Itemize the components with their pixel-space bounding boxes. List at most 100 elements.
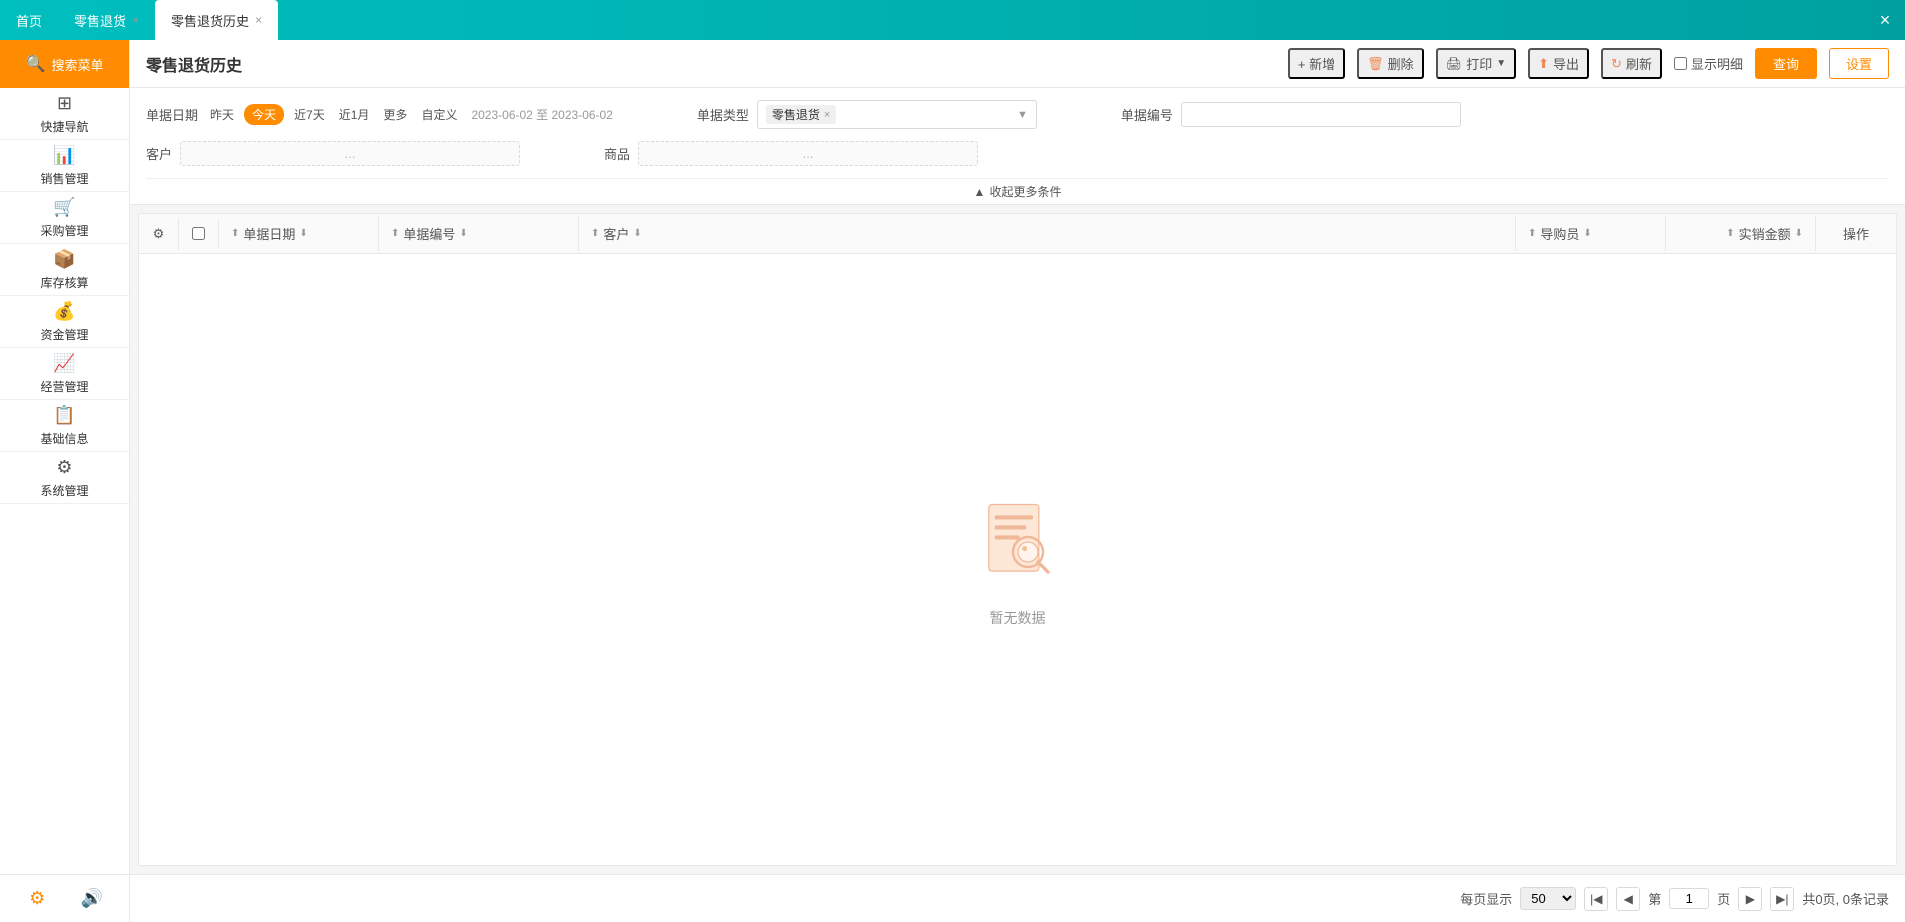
- customer-input[interactable]: ...: [180, 141, 520, 166]
- tab-retail-return-close[interactable]: ×: [132, 13, 139, 27]
- filter-row-2: 客户 ... 商品 ...: [146, 141, 1889, 166]
- refresh-button[interactable]: ↻ 刷新: [1601, 48, 1662, 79]
- main-layout: 🔍 搜索菜单 ⊞ 快捷导航 📊 销售管理 🛒 采购管理 📦 库存核算 💰: [0, 40, 1905, 922]
- voucher-type-tag-close[interactable]: ×: [824, 109, 830, 121]
- print-button[interactable]: 🖨 打印 ▼: [1436, 48, 1516, 79]
- th-amount-label: 实销金额: [1739, 224, 1791, 243]
- voucher-type-value: 零售退货: [772, 106, 820, 123]
- page-number-input[interactable]: [1669, 888, 1709, 909]
- next-page-button[interactable]: ▶: [1738, 887, 1762, 911]
- sidebar-search[interactable]: 🔍 搜索菜单: [0, 40, 129, 88]
- tab-retail-return-history-label: 零售退货历史: [171, 11, 249, 30]
- sort-down-icon-date: ⬇: [299, 228, 307, 239]
- voucher-no-input[interactable]: [1181, 102, 1461, 127]
- sidebar-item-quick-nav-label: 快捷导航: [40, 118, 88, 135]
- settings-button[interactable]: 设置: [1829, 48, 1889, 79]
- sort-down-icon-amount: ⬇: [1795, 228, 1803, 239]
- sidebar-nav: ⊞ 快捷导航 📊 销售管理 🛒 采购管理 📦 库存核算 💰 资金管理 📈: [0, 88, 129, 874]
- operations-icon: 📈: [53, 353, 75, 374]
- sidebar-settings-button[interactable]: ⚙: [21, 883, 53, 915]
- page-suffix: 页: [1717, 889, 1730, 908]
- tab-retail-return-label: 零售退货: [74, 11, 126, 30]
- collapse-button[interactable]: ▲ 收起更多条件: [146, 178, 1889, 204]
- sort-down-icon-no: ⬇: [459, 228, 467, 239]
- export-button[interactable]: ⬆ 导出: [1528, 48, 1589, 79]
- page-size-label: 每页显示: [1460, 889, 1512, 908]
- total-label: 共0页, 0条记录: [1802, 889, 1889, 908]
- th-customer-label: 客户: [603, 224, 629, 243]
- filter-voucher-no: 单据编号: [1121, 102, 1461, 127]
- tab-retail-return[interactable]: 零售退货 ×: [58, 0, 155, 40]
- finance-icon: 💰: [53, 301, 75, 322]
- date-btn-more[interactable]: 更多: [379, 104, 411, 125]
- tab-retail-return-history-close[interactable]: ×: [255, 13, 262, 27]
- system-icon: ⚙: [56, 457, 72, 478]
- table-area: ⚙ ⬆ 单据日期 ⬇ ⬆ 单据编号 ⬇ ⬆ 客户 ⬇: [138, 213, 1897, 866]
- select-all-checkbox[interactable]: [192, 227, 205, 240]
- th-voucher-date: ⬆ 单据日期 ⬇: [219, 216, 379, 251]
- sidebar-audio-button[interactable]: 🔊: [76, 883, 108, 915]
- th-ops-label: 操作: [1843, 224, 1869, 243]
- sidebar-item-basic-info[interactable]: 📋 基础信息: [0, 400, 129, 452]
- sidebar-item-operations[interactable]: 📈 经营管理: [0, 348, 129, 400]
- voucher-type-select[interactable]: 零售退货 × ▼: [757, 100, 1037, 129]
- sidebar-item-sales[interactable]: 📊 销售管理: [0, 140, 129, 192]
- sort-up-icon-amount: ⬆: [1726, 228, 1734, 239]
- first-page-button[interactable]: |◀: [1584, 887, 1608, 911]
- th-customer: ⬆ 客户 ⬇: [579, 216, 1516, 251]
- sidebar-item-purchase[interactable]: 🛒 采购管理: [0, 192, 129, 244]
- tab-home[interactable]: 首页: [0, 0, 58, 40]
- basic-info-icon: 📋: [53, 405, 75, 426]
- th-guide-label: 导购员: [1540, 224, 1579, 243]
- show-detail-checkbox-label[interactable]: 显示明细: [1674, 54, 1743, 73]
- query-button[interactable]: 查询: [1755, 48, 1817, 79]
- voucher-type-tag: 零售退货 ×: [766, 105, 836, 124]
- export-icon: ⬆: [1538, 56, 1549, 72]
- date-btn-today[interactable]: 今天: [244, 104, 284, 125]
- show-detail-checkbox[interactable]: [1674, 57, 1687, 70]
- sidebar-item-purchase-label: 采购管理: [40, 222, 88, 239]
- prev-page-button[interactable]: ◀: [1616, 887, 1640, 911]
- goods-input[interactable]: ...: [638, 141, 978, 166]
- page-prefix: 第: [1648, 889, 1661, 908]
- delete-button[interactable]: 🗑 删除: [1357, 48, 1424, 79]
- page-size-select[interactable]: 50 10 20 100: [1520, 887, 1576, 910]
- th-checkbox[interactable]: [179, 219, 219, 248]
- delete-label: 删除: [1388, 54, 1414, 73]
- empty-icon: [968, 492, 1068, 592]
- tab-retail-return-history[interactable]: 零售退货历史 ×: [155, 0, 278, 40]
- page-title: 零售退货历史: [146, 52, 242, 76]
- filter-voucher-type: 单据类型 零售退货 × ▼: [697, 100, 1037, 129]
- filter-voucher-date: 单据日期 昨天 今天 近7天 近1月 更多 自定义 2023-06-02 至 2…: [146, 104, 613, 125]
- sidebar-item-finance[interactable]: 💰 资金管理: [0, 296, 129, 348]
- th-ops: 操作: [1816, 216, 1896, 251]
- refresh-icon: ↻: [1611, 56, 1622, 72]
- export-label: 导出: [1553, 54, 1579, 73]
- customer-label: 客户: [146, 144, 172, 163]
- sidebar: 🔍 搜索菜单 ⊞ 快捷导航 📊 销售管理 🛒 采购管理 📦 库存核算 💰: [0, 40, 130, 922]
- inventory-icon: 📦: [53, 249, 75, 270]
- print-icon: 🖨: [1446, 56, 1463, 72]
- sort-down-icon-guide: ⬇: [1583, 228, 1591, 239]
- sort-up-icon-guide: ⬆: [1528, 228, 1536, 239]
- page-header: 零售退货历史 + 新增 🗑 删除 🖨 打印 ▼ ⬆ 导出: [130, 40, 1905, 88]
- date-btn-custom[interactable]: 自定义: [417, 104, 461, 125]
- sort-down-icon-customer: ⬇: [633, 228, 641, 239]
- add-button[interactable]: + 新增: [1288, 48, 1345, 79]
- last-page-button[interactable]: ▶|: [1770, 887, 1794, 911]
- window-close-button[interactable]: ×: [1865, 0, 1905, 40]
- date-btn-yesterday[interactable]: 昨天: [206, 104, 238, 125]
- goods-label: 商品: [604, 144, 630, 163]
- add-label: + 新增: [1298, 54, 1335, 73]
- sidebar-item-quick-nav[interactable]: ⊞ 快捷导航: [0, 88, 129, 140]
- th-settings[interactable]: ⚙: [139, 218, 179, 250]
- date-btn-7days[interactable]: 近7天: [290, 104, 329, 125]
- th-voucher-no-label: 单据编号: [403, 224, 455, 243]
- sidebar-item-inventory[interactable]: 📦 库存核算: [0, 244, 129, 296]
- th-voucher-date-label: 单据日期: [243, 224, 295, 243]
- sidebar-item-system[interactable]: ⚙ 系统管理: [0, 452, 129, 504]
- show-detail-label: 显示明细: [1691, 54, 1743, 73]
- date-range-display: 2023-06-02 至 2023-06-02: [471, 106, 612, 123]
- sidebar-item-sales-label: 销售管理: [40, 170, 88, 187]
- date-btn-1month[interactable]: 近1月: [335, 104, 374, 125]
